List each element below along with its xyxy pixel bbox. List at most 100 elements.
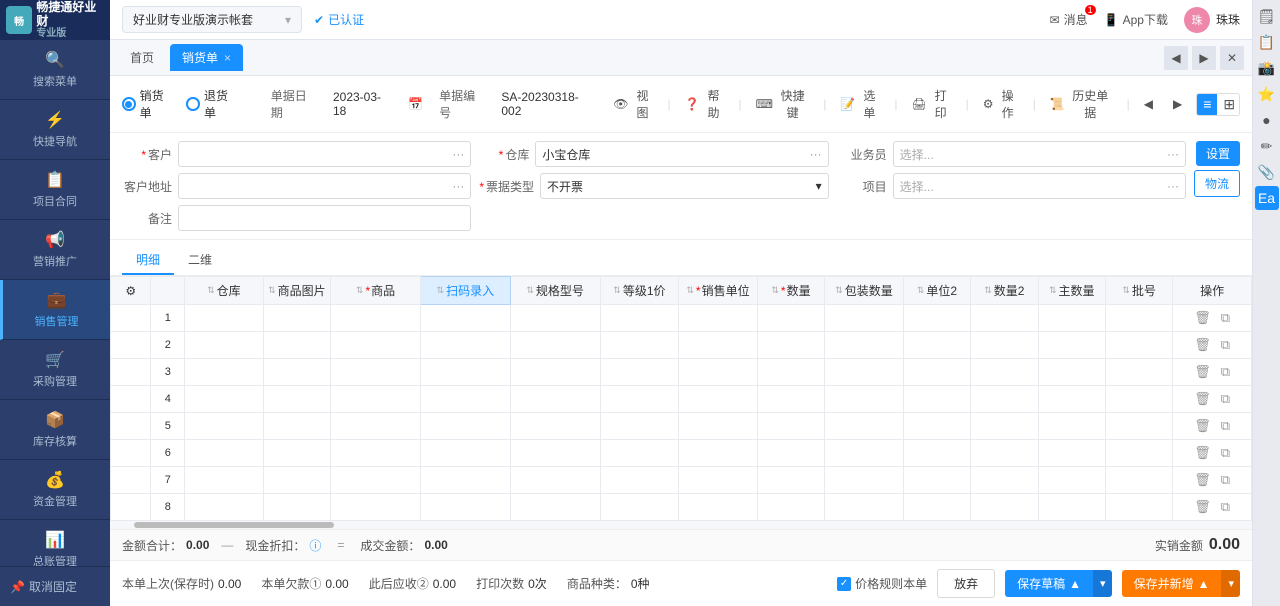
discount-info-icon[interactable]: ⓘ: [309, 537, 321, 554]
copy-row-btn[interactable]: ⧉: [1218, 444, 1233, 462]
copy-row-btn[interactable]: ⧉: [1218, 471, 1233, 489]
table-cell[interactable]: [331, 440, 421, 467]
table-cell[interactable]: [420, 467, 510, 494]
company-selector[interactable]: 好业财专业版演示帐套 ▾: [122, 6, 302, 33]
table-cell[interactable]: [510, 494, 600, 521]
tab-prev-btn[interactable]: ◀: [1164, 46, 1188, 70]
table-cell[interactable]: [1105, 305, 1172, 332]
table-cell[interactable]: [331, 305, 421, 332]
sidebar-item-finance[interactable]: 💰 资金管理: [0, 460, 110, 520]
table-cell[interactable]: [757, 440, 824, 467]
table-cell[interactable]: [971, 494, 1038, 521]
table-cell[interactable]: [331, 359, 421, 386]
rp-btn-7[interactable]: 📎: [1255, 160, 1279, 184]
table-cell[interactable]: [825, 467, 904, 494]
abandon-button[interactable]: 放弃: [937, 569, 995, 598]
sidebar-item-ledger[interactable]: 📊 总账管理: [0, 520, 110, 566]
rp-btn-3[interactable]: 📸: [1255, 56, 1279, 80]
table-cell[interactable]: [679, 467, 758, 494]
table-cell[interactable]: [903, 332, 970, 359]
salesperson-input[interactable]: 选择... ···: [893, 141, 1186, 167]
save-new-arrow[interactable]: ▾: [1221, 570, 1240, 597]
set-button[interactable]: 设置: [1196, 141, 1240, 166]
sidebar-item-marketing[interactable]: 📢 营销推广: [0, 220, 110, 280]
sidebar-item-project[interactable]: 📋 项目合同: [0, 160, 110, 220]
table-cell[interactable]: [971, 332, 1038, 359]
table-cell[interactable]: [903, 386, 970, 413]
tab-active[interactable]: 销货单 ×: [170, 44, 243, 71]
table-cell[interactable]: [420, 413, 510, 440]
address-input[interactable]: ···: [178, 173, 471, 199]
table-cell[interactable]: [263, 305, 330, 332]
th-settings[interactable]: ⚙: [111, 277, 151, 305]
table-cell[interactable]: [420, 494, 510, 521]
project-input[interactable]: 选择... ···: [893, 173, 1186, 199]
table-cell[interactable]: [1038, 467, 1105, 494]
warehouse-input[interactable]: 小宝仓库 ···: [535, 141, 828, 167]
next-record-btn[interactable]: ▶: [1167, 94, 1188, 114]
tab-close-icon[interactable]: ×: [224, 51, 231, 65]
table-cell[interactable]: [510, 386, 600, 413]
table-cell[interactable]: [510, 467, 600, 494]
table-scrollbar[interactable]: [110, 521, 1252, 529]
table-cell[interactable]: [263, 494, 330, 521]
tab-close-btn[interactable]: ✕: [1220, 46, 1244, 70]
table-cell[interactable]: [757, 332, 824, 359]
th-spec[interactable]: ⇅ 规格型号: [510, 277, 600, 305]
sidebar-item-sales[interactable]: 💼 销售管理: [0, 280, 110, 340]
delete-row-btn[interactable]: 🗑: [1191, 417, 1214, 435]
th-batch[interactable]: ⇅ 批号: [1105, 277, 1172, 305]
list-view-btn[interactable]: ≡: [1197, 94, 1217, 115]
table-cell[interactable]: [420, 359, 510, 386]
tab-2d[interactable]: 二维: [174, 246, 226, 275]
table-cell[interactable]: [1105, 494, 1172, 521]
rp-btn-2[interactable]: 📋: [1255, 30, 1279, 54]
rp-btn-5[interactable]: ●: [1255, 108, 1279, 132]
table-cell[interactable]: [903, 494, 970, 521]
table-cell[interactable]: [1105, 467, 1172, 494]
th-qty2[interactable]: ⇅ 数量2: [971, 277, 1038, 305]
table-cell[interactable]: [510, 332, 600, 359]
th-warehouse[interactable]: ⇅ 仓库: [185, 277, 264, 305]
table-cell[interactable]: [1038, 494, 1105, 521]
table-cell[interactable]: [331, 386, 421, 413]
table-cell[interactable]: [263, 467, 330, 494]
table-cell[interactable]: [263, 386, 330, 413]
remark-input[interactable]: [178, 205, 471, 231]
table-cell[interactable]: [679, 359, 758, 386]
table-cell[interactable]: [1105, 413, 1172, 440]
save-new-button[interactable]: 保存并新增 ▲: [1122, 570, 1222, 597]
table-cell[interactable]: [420, 332, 510, 359]
copy-row-btn[interactable]: ⧉: [1218, 309, 1233, 327]
save-draft-arrow[interactable]: ▾: [1093, 570, 1112, 597]
delete-row-btn[interactable]: 🗑: [1191, 390, 1214, 408]
table-cell[interactable]: [600, 359, 679, 386]
table-cell[interactable]: [600, 440, 679, 467]
price-check-checkbox[interactable]: [837, 577, 851, 591]
table-cell[interactable]: [679, 440, 758, 467]
tab-home[interactable]: 首页: [118, 43, 166, 72]
table-cell[interactable]: [510, 440, 600, 467]
table-cell[interactable]: [263, 440, 330, 467]
radio-return[interactable]: 退货单: [186, 87, 238, 121]
rp-btn-6[interactable]: ✏: [1255, 134, 1279, 158]
table-cell[interactable]: [600, 494, 679, 521]
table-cell[interactable]: [1105, 386, 1172, 413]
table-cell[interactable]: [1038, 413, 1105, 440]
th-purchase[interactable]: ⇅ 扫码录入: [420, 277, 510, 305]
table-cell[interactable]: [971, 413, 1038, 440]
delete-row-btn[interactable]: 🗑: [1191, 363, 1214, 381]
table-cell[interactable]: [600, 413, 679, 440]
copy-row-btn[interactable]: ⧉: [1218, 417, 1233, 435]
table-cell[interactable]: [1038, 332, 1105, 359]
table-cell[interactable]: [679, 305, 758, 332]
table-cell[interactable]: [1105, 332, 1172, 359]
copy-row-btn[interactable]: ⧉: [1218, 363, 1233, 381]
th-unit[interactable]: ⇅ 销售单位: [679, 277, 758, 305]
help-btn[interactable]: ❓ 帮助: [679, 84, 731, 124]
table-cell[interactable]: [1038, 359, 1105, 386]
table-cell[interactable]: [510, 305, 600, 332]
table-cell[interactable]: [185, 440, 264, 467]
th-product[interactable]: ⇅ 商品: [331, 277, 421, 305]
th-main-qty[interactable]: ⇅ 主数量: [1038, 277, 1105, 305]
